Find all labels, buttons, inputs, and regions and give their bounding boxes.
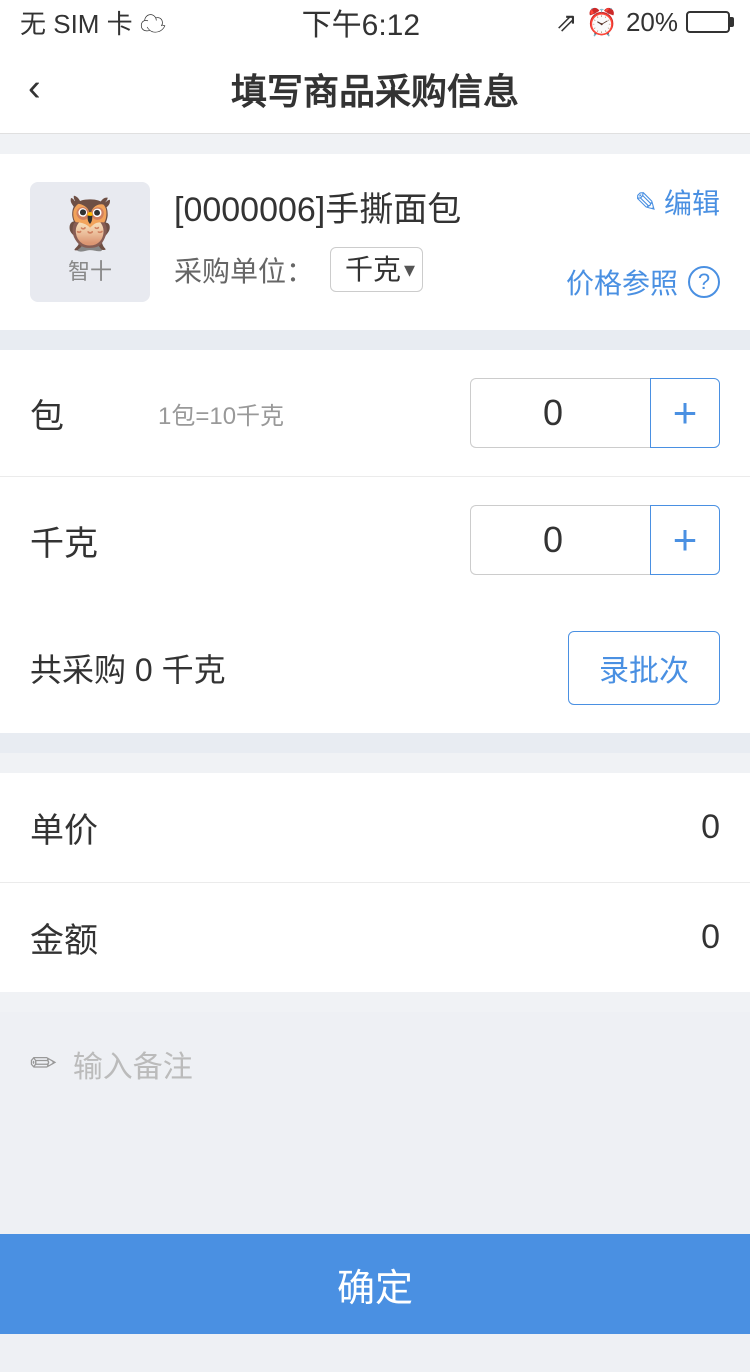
alarm-icon: ⏰ [586,7,618,38]
bao-label: 包 [30,389,150,438]
confirm-button[interactable]: 确定 [0,1234,750,1334]
battery-percent: 20% [626,7,678,38]
status-time: 下午6:12 [302,0,420,44]
status-left: 无 SIM 卡 ☁ [20,4,166,41]
input-row-bao: 包 1包=10千克 + [0,350,750,477]
unit-price-value: 0 [701,808,720,847]
product-image: 🦉 智十 [30,182,150,302]
status-bar: 无 SIM 卡 ☁ 下午6:12 ⇗ ⏰ 20% [0,0,750,44]
back-button[interactable]: ‹ [28,67,41,110]
status-right: ⇗ ⏰ 20% [556,7,730,38]
sim-label: 无 SIM 卡 ☁ [20,4,166,41]
price-ref-label: 价格参照 [566,262,678,302]
unit-select-wrapper[interactable]: 千克 包 [330,247,423,292]
edit-button[interactable]: ✎ 编辑 [635,182,720,222]
unit-price-label: 单价 [30,803,98,852]
separator-2 [0,733,750,753]
edit-label: 编辑 [664,182,720,222]
input-row-kg: 千克 + [0,477,750,603]
location-icon: ⇗ [556,7,578,38]
unit-price-row: 单价 0 [0,773,750,883]
separator-1 [0,330,750,350]
batch-button[interactable]: 录批次 [568,631,720,705]
summary-section: 共采购 0 千克 录批次 [0,603,750,733]
help-icon: ? [688,266,720,298]
unit-label: 采购单位： [174,250,314,290]
kg-qty-wrapper: + [470,505,720,575]
amount-label: 金额 [30,913,98,962]
remark-placeholder: 输入备注 [73,1042,193,1086]
bao-qty-input[interactable] [470,378,650,448]
remark-icon: ✏ [30,1044,57,1082]
kg-label: 千克 [30,516,150,565]
bao-sublabel: 1包=10千克 [158,396,284,431]
battery-icon [686,11,730,33]
unit-select[interactable]: 千克 包 [330,247,423,292]
summary-row: 共采购 0 千克 录批次 [0,603,750,733]
input-section: 包 1包=10千克 + 千克 + [0,350,750,603]
bao-qty-wrapper: + [470,378,720,448]
bao-plus-button[interactable]: + [650,378,720,448]
edit-icon: ✎ [635,186,658,219]
summary-text: 共采购 0 千克 [30,645,226,691]
product-owl-icon: 🦉 [58,198,123,250]
price-section: 单价 0 金额 0 [0,773,750,992]
nav-bar: ‹ 填写商品采购信息 [0,44,750,134]
kg-qty-input[interactable] [470,505,650,575]
kg-plus-button[interactable]: + [650,505,720,575]
page-title: 填写商品采购信息 [231,63,519,115]
product-card: 🦉 智十 [0000006]手撕面包 采购单位： 千克 包 ✎ 编辑 价格参照 … [0,154,750,330]
confirm-button-label: 确定 [337,1257,413,1312]
price-ref-button[interactable]: 价格参照 ? [566,262,720,302]
product-img-label: 智十 [58,254,123,286]
amount-row: 金额 0 [0,883,750,992]
amount-value: 0 [701,918,720,957]
